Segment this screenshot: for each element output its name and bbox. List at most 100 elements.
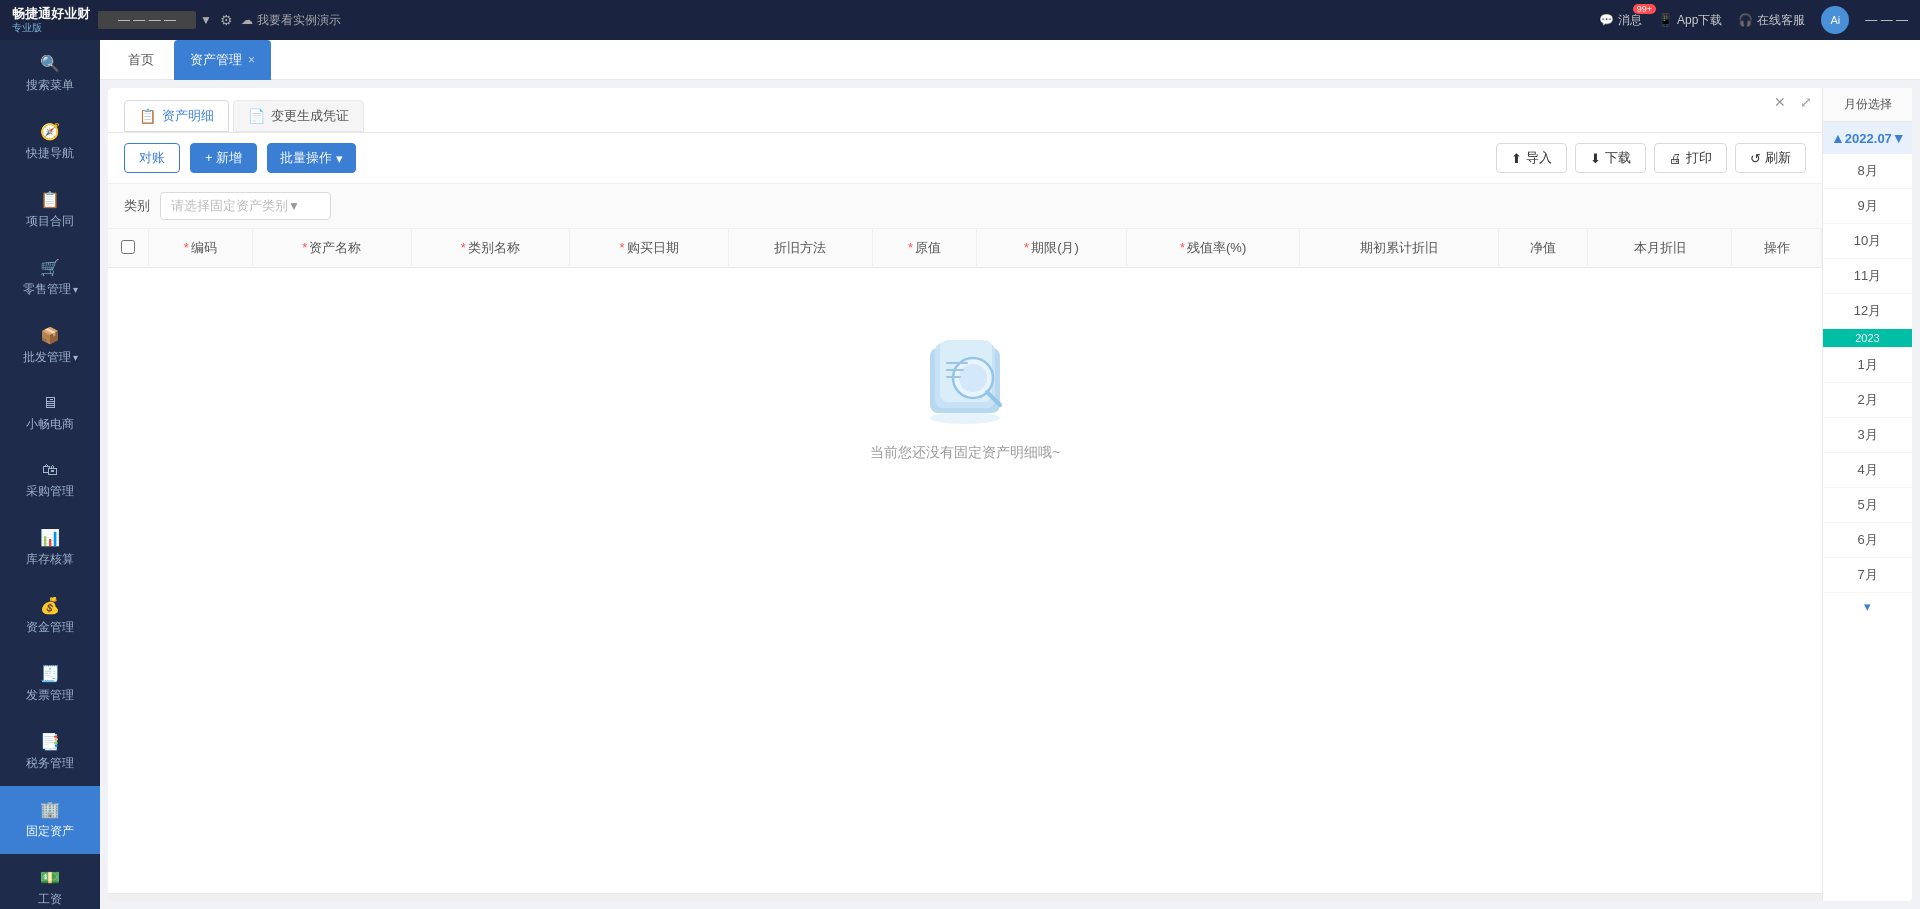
monitor-icon: 🖥: [42, 394, 58, 412]
chevron-down-icon2: ▾: [73, 352, 78, 363]
batch-button[interactable]: 批量操作 ▾: [267, 143, 356, 173]
table-header-row: *编码 *资产名称 *类别名称 *购买日期 折旧方法 *原值 *期限(月) *残…: [108, 229, 1822, 268]
dropdown-arrow-icon[interactable]: ▼: [200, 13, 212, 27]
th-residual-rate: *残值率(%): [1126, 229, 1300, 268]
th-code: *编码: [148, 229, 252, 268]
sidebar-item-inventory[interactable]: 📊 库存核算: [0, 514, 100, 582]
top-bar: 畅捷通好业财 专业版 — — — — ▼ ⚙ ☁ 我要看实例演示 💬 消息 99…: [0, 0, 1920, 40]
chevron-down-icon: ▾: [73, 284, 78, 295]
batch-arrow-icon: ▾: [336, 151, 343, 166]
sidebar-item-invoice[interactable]: 🧾 发票管理: [0, 650, 100, 718]
select-all-checkbox[interactable]: [121, 240, 135, 254]
sidebar-item-search[interactable]: 🔍 搜索菜单: [0, 40, 100, 108]
sidebar-item-retail[interactable]: 🛒 零售管理 ▾: [0, 244, 100, 312]
th-operation: 操作: [1732, 229, 1822, 268]
compass-icon: 🧭: [40, 122, 60, 141]
add-button[interactable]: + 新增: [190, 143, 257, 173]
receipt-icon: 🧾: [40, 664, 60, 683]
filter-bar: 类别 请选择固定资产类别 ▼: [108, 184, 1822, 229]
sidebar-item-purchase[interactable]: 🛍 采购管理: [0, 447, 100, 514]
sidebar-item-project[interactable]: 📋 项目合同: [0, 176, 100, 244]
shopping-icon: 🛍: [42, 461, 58, 479]
month-item-5[interactable]: 5月: [1823, 488, 1912, 523]
main-layout: 🔍 搜索菜单 🧭 快捷导航 📋 项目合同 🛒 零售管理 ▾ 📦 批发管理 ▾: [0, 40, 1920, 909]
subtab-change-voucher[interactable]: 📄 变更生成凭证: [233, 100, 364, 132]
user-avatar[interactable]: Ai: [1821, 6, 1849, 34]
month-item-1[interactable]: 1月: [1823, 348, 1912, 383]
money-icon: 💰: [40, 596, 60, 615]
table-header-checkbox: [108, 229, 148, 268]
cart-icon: 🛒: [40, 258, 60, 277]
app-download-button[interactable]: 📱 App下载: [1658, 12, 1722, 29]
month-item-8[interactable]: 8月: [1823, 154, 1912, 189]
salary-icon: 💵: [40, 868, 60, 887]
th-accumulated-depreciation: 期初累计折旧: [1300, 229, 1498, 268]
sidebar-item-fixed-assets[interactable]: 🏢 固定资产: [0, 786, 100, 854]
building-icon: 🏢: [40, 800, 60, 819]
message-label: 消息: [1618, 12, 1642, 29]
empty-illustration: [905, 328, 1025, 428]
user-name[interactable]: — — —: [1865, 13, 1908, 27]
month-item-10[interactable]: 10月: [1823, 224, 1912, 259]
cloud-icon: ☁: [241, 13, 253, 27]
refresh-button[interactable]: ↺ 刷新: [1735, 143, 1806, 173]
refresh-icon: ↺: [1750, 151, 1761, 166]
current-year-display: ▲ 2022.07 ▼: [1823, 122, 1912, 154]
app-name: 畅捷通好业财: [12, 6, 90, 22]
import-button[interactable]: ⬆ 导入: [1496, 143, 1567, 173]
month-down-icon[interactable]: ▼: [1892, 128, 1906, 148]
month-item-3[interactable]: 3月: [1823, 418, 1912, 453]
top-bar-left: 畅捷通好业财 专业版 — — — — ▼ ⚙ ☁ 我要看实例演示: [12, 6, 1589, 34]
expand-panel-icon[interactable]: ⤢: [1794, 92, 1818, 112]
month-panel-collapse[interactable]: ▾: [1823, 593, 1912, 620]
subtab-asset-detail[interactable]: 📋 资产明细: [124, 100, 229, 132]
message-button[interactable]: 💬 消息 99+: [1599, 12, 1642, 29]
mobile-icon: 📱: [1658, 13, 1673, 27]
category-filter[interactable]: 请选择固定资产类别 ▼: [160, 192, 331, 220]
empty-text: 当前您还没有固定资产明细哦~: [870, 444, 1060, 462]
print-button[interactable]: 🖨 打印: [1654, 143, 1727, 173]
month-item-6[interactable]: 6月: [1823, 523, 1912, 558]
message-icon: 💬: [1599, 13, 1614, 27]
empty-state: 当前您还没有固定资产明细哦~: [108, 268, 1822, 522]
doc-change-icon: 📄: [248, 108, 265, 124]
month-item-11[interactable]: 11月: [1823, 259, 1912, 294]
tab-close-icon[interactable]: ×: [248, 53, 255, 67]
sidebar-item-tax[interactable]: 📑 税务管理: [0, 718, 100, 786]
th-asset-name: *资产名称: [252, 229, 411, 268]
month-item-9[interactable]: 9月: [1823, 189, 1912, 224]
sidebar-item-wholesale[interactable]: 📦 批发管理 ▾: [0, 312, 100, 380]
th-original-value: *原值: [872, 229, 976, 268]
settings-icon[interactable]: ⚙: [220, 12, 233, 28]
close-panel-icon[interactable]: ✕: [1768, 92, 1792, 112]
month-panel: 月份选择 ▲ 2022.07 ▼ 8月 9月 10月 11月 12月 2023 …: [1822, 88, 1912, 901]
month-up-icon[interactable]: ▲: [1831, 128, 1845, 148]
company-dropdown[interactable]: — — — — ▼: [98, 11, 212, 29]
tab-home[interactable]: 首页: [112, 40, 170, 80]
month-item-7[interactable]: 7月: [1823, 558, 1912, 593]
sidebar-item-finance[interactable]: 💰 资金管理: [0, 582, 100, 650]
download-button[interactable]: ⬇ 下载: [1575, 143, 1646, 173]
month-item-12[interactable]: 12月: [1823, 294, 1912, 329]
month-item-4[interactable]: 4月: [1823, 453, 1912, 488]
svg-point-5: [959, 364, 987, 392]
toolbar: 对账 + 新增 批量操作 ▾ ⬆ 导入 ⬇ 下载: [108, 133, 1822, 184]
current-year-label: 2022.07: [1845, 131, 1892, 146]
sub-tabs: 📋 资产明细 📄 变更生成凭证: [108, 88, 1822, 133]
bottom-scrollbar[interactable]: [108, 893, 1822, 901]
th-net-value: 净值: [1498, 229, 1588, 268]
contract-icon: 📋: [40, 190, 60, 209]
reconcile-button[interactable]: 对账: [124, 143, 180, 173]
sidebar-item-salary[interactable]: 💵 工资: [0, 854, 100, 909]
download-icon: ⬇: [1590, 151, 1601, 166]
online-service-button[interactable]: 🎧 在线客服: [1738, 12, 1805, 29]
month-item-2[interactable]: 2月: [1823, 383, 1912, 418]
th-category-name: *类别名称: [411, 229, 570, 268]
demo-link[interactable]: ☁ 我要看实例演示: [241, 12, 341, 29]
print-icon: 🖨: [1669, 151, 1682, 166]
app-name-block: 畅捷通好业财 专业版: [12, 6, 90, 34]
tab-asset-management[interactable]: 资产管理 ×: [174, 40, 271, 80]
sidebar-item-ecommerce[interactable]: 🖥 小畅电商: [0, 380, 100, 447]
sidebar-item-quicknav[interactable]: 🧭 快捷导航: [0, 108, 100, 176]
box-icon: 📦: [40, 326, 60, 345]
